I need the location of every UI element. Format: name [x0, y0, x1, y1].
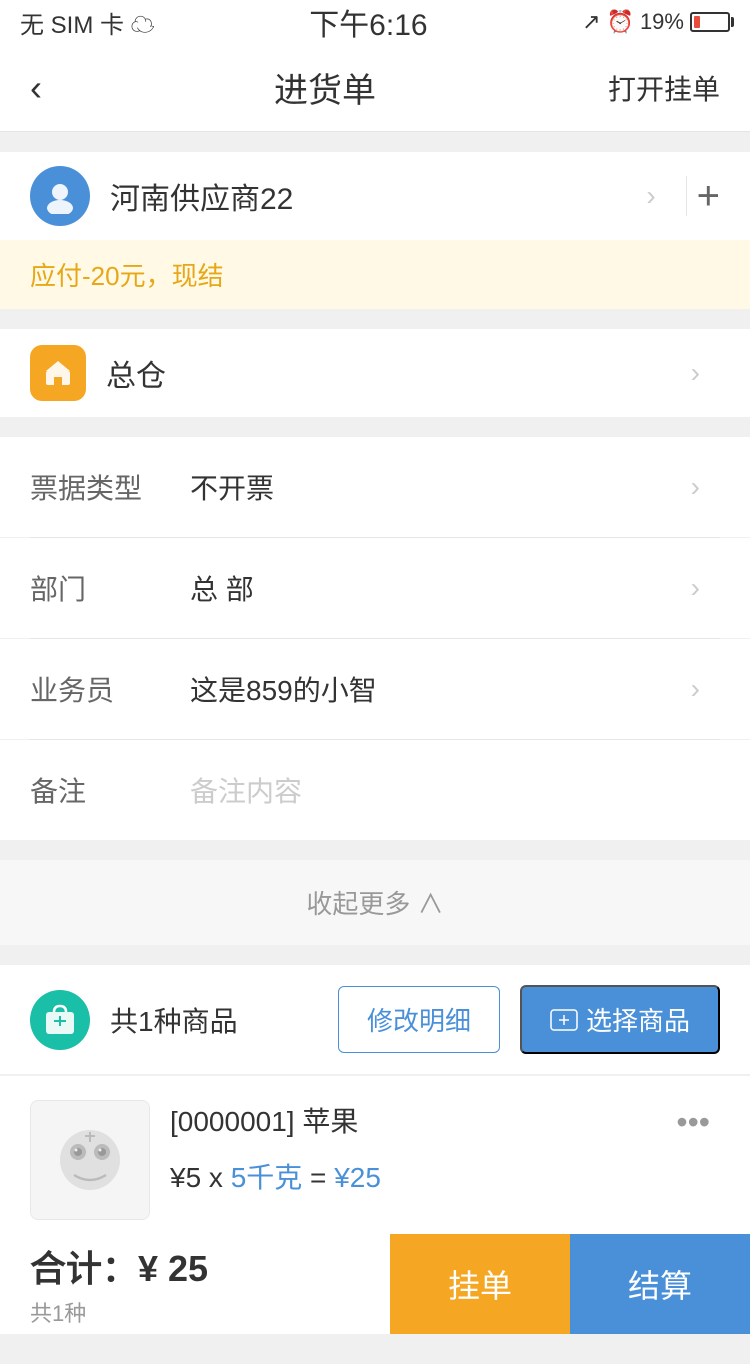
- price-total: ¥25: [334, 1162, 381, 1193]
- staff-row[interactable]: 业务员 这是859的小智 ›: [0, 639, 750, 739]
- product-name: [0000001] 苹果: [170, 1100, 646, 1140]
- status-bar: 无 SIM 卡 ☁ 下午6:16 ↗ ⏰ 19%: [0, 0, 750, 44]
- ticket-type-row[interactable]: 票据类型 不开票 ›: [0, 437, 750, 537]
- total-sub: 共1种: [30, 1296, 360, 1328]
- status-right: ↗ ⏰ 19%: [582, 9, 730, 35]
- warehouse-row[interactable]: 总仓 ›: [0, 329, 750, 417]
- nav-bar: ‹ 进货单 打开挂单: [0, 44, 750, 132]
- page-title: 进货单: [274, 63, 376, 112]
- notice-bar: 应付-20元，现结: [0, 240, 750, 309]
- staff-label: 业务员: [30, 669, 170, 709]
- open-hang-button[interactable]: 打开挂单: [608, 68, 720, 108]
- products-count: 共1种商品: [110, 1000, 318, 1040]
- staff-value: 这是859的小智: [170, 669, 691, 709]
- dept-value: 总 部: [170, 568, 691, 608]
- select-product-button[interactable]: 选择商品: [520, 985, 720, 1054]
- warehouse-name: 总仓: [106, 351, 691, 395]
- products-icon: [30, 990, 90, 1050]
- back-button[interactable]: ‹: [30, 67, 42, 109]
- total-amount: 合计：¥ 25: [30, 1240, 360, 1292]
- warehouse-icon: [30, 345, 86, 401]
- status-time: 下午6:16: [309, 0, 427, 44]
- battery-icon: [690, 12, 730, 32]
- gap-3: [0, 417, 750, 437]
- price-qty: 5千克: [231, 1162, 303, 1193]
- dept-chevron-icon: ›: [691, 572, 700, 604]
- remark-label: 备注: [30, 770, 170, 810]
- supplier-row[interactable]: 河南供应商22 › +: [0, 152, 750, 240]
- supplier-chevron-icon: ›: [646, 180, 655, 212]
- total-value: ¥ 25: [138, 1248, 208, 1289]
- ticket-type-chevron-icon: ›: [691, 471, 700, 503]
- ticket-type-label: 票据类型: [30, 467, 170, 507]
- select-product-label: 选择商品: [586, 1001, 690, 1038]
- dept-label: 部门: [30, 568, 170, 608]
- remark-row[interactable]: 备注 备注内容: [0, 740, 750, 840]
- sim-signal: 无 SIM 卡 ☁: [20, 5, 155, 40]
- footer-total: 合计：¥ 25 共1种: [0, 1234, 390, 1334]
- price-equals: =: [302, 1162, 334, 1193]
- remark-input[interactable]: 备注内容: [170, 770, 720, 810]
- dept-row[interactable]: 部门 总 部 ›: [0, 538, 750, 638]
- ticket-type-value: 不开票: [170, 467, 691, 507]
- vertical-divider: [686, 176, 687, 216]
- gap-5: [0, 945, 750, 965]
- alarm-icon: ⏰: [607, 9, 634, 35]
- add-supplier-button[interactable]: +: [697, 174, 720, 219]
- checkout-button[interactable]: 结算: [570, 1234, 750, 1334]
- collapse-button[interactable]: 收起更多 ∧: [0, 860, 750, 945]
- products-header: 共1种商品 修改明细 选择商品: [0, 965, 750, 1074]
- location-icon: ↗: [582, 9, 600, 35]
- hang-button[interactable]: 挂单: [390, 1234, 570, 1334]
- supplier-name: 河南供应商22: [110, 174, 646, 218]
- warehouse-chevron-icon: ›: [691, 357, 700, 389]
- battery-percent: 19%: [640, 9, 684, 35]
- status-left: 无 SIM 卡 ☁: [20, 5, 155, 40]
- footer: 合计：¥ 25 共1种 挂单 结算: [0, 1234, 750, 1334]
- product-more-button[interactable]: •••: [666, 1100, 720, 1145]
- product-info: [0000001] 苹果 ¥5 x 5千克 = ¥25: [170, 1100, 646, 1196]
- gap-4: [0, 840, 750, 860]
- total-label: 合计：: [30, 1248, 138, 1289]
- product-price: ¥5 x 5千克 = ¥25: [170, 1156, 646, 1196]
- supplier-avatar: [30, 166, 90, 226]
- gap-2: [0, 309, 750, 329]
- gap-1: [0, 132, 750, 152]
- product-card: [0000001] 苹果 ¥5 x 5千克 = ¥25 •••: [0, 1076, 750, 1244]
- product-thumbnail: [30, 1100, 150, 1220]
- staff-chevron-icon: ›: [691, 673, 700, 705]
- edit-detail-button[interactable]: 修改明细: [338, 986, 500, 1053]
- price-text: ¥5 x: [170, 1162, 231, 1193]
